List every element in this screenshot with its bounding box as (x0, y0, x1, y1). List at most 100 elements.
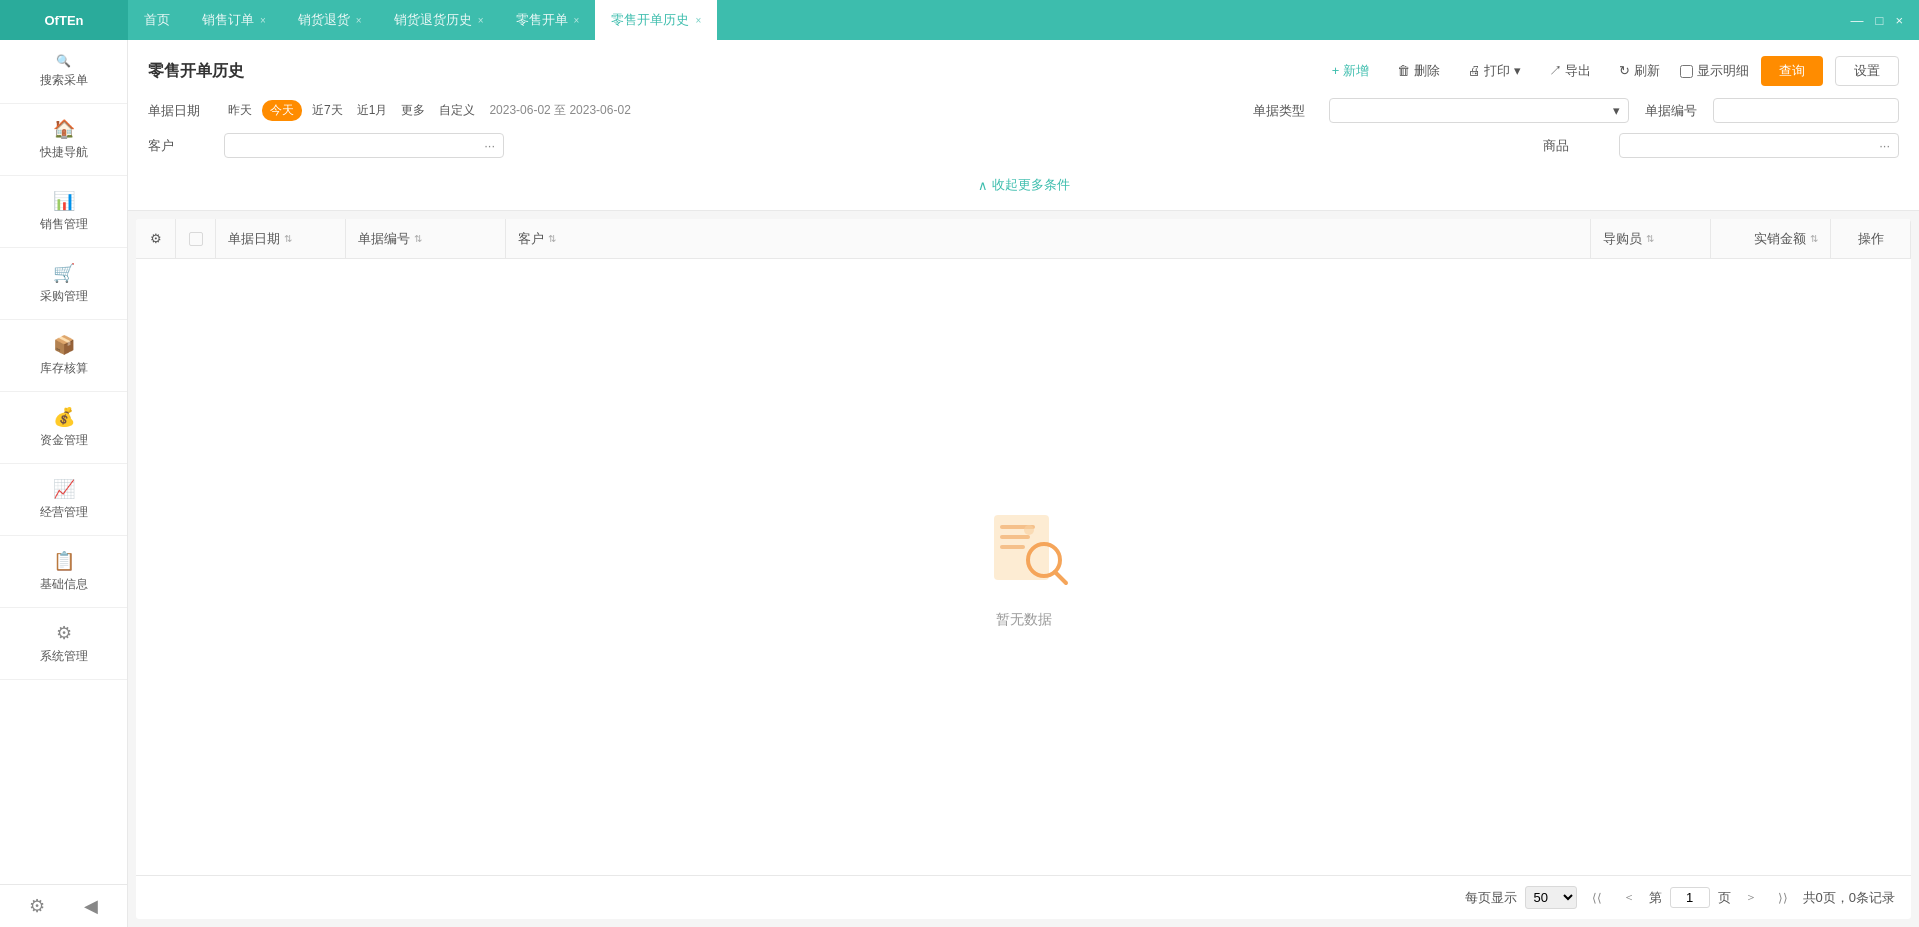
pagination: 每页显示 50 100 200 ⟨⟨ ＜ 第 1 页 ＞ ⟩⟩ 共0页，0条记录 (136, 875, 1911, 919)
sidebar-bottom: ⚙ ◀ (0, 884, 127, 927)
filter-row-2: 客户 ··· 商品 ··· (148, 133, 1899, 158)
close-tab-btn[interactable]: × (574, 15, 580, 26)
sidebar-item-基础信息[interactable]: 📋基础信息 (0, 536, 127, 608)
settings-button[interactable]: 设置 (1835, 56, 1899, 86)
sidebar-icon: 🔍 (56, 54, 71, 68)
sidebar-item-资金管理[interactable]: 💰资金管理 (0, 392, 127, 464)
type-label: 单据类型 (1253, 102, 1313, 120)
th-amount[interactable]: 实销金额 ⇅ (1711, 219, 1831, 258)
th-number[interactable]: 单据编号 ⇅ (346, 219, 506, 258)
delete-button[interactable]: 🗑 删除 (1389, 58, 1448, 84)
maximize-btn[interactable]: □ (1876, 13, 1884, 28)
sidebar-icon: 📈 (53, 478, 75, 500)
new-button[interactable]: + 新增 (1324, 58, 1377, 84)
top-nav: OfTEn 首页销售订单×销货退货×销货退货历史×零售开单×零售开单历史× — … (0, 0, 1919, 40)
date-range: 2023-06-02 至 2023-06-02 (489, 102, 630, 119)
sidebar-icon: ⚙ (56, 622, 72, 644)
collapse-button[interactable]: ∧ 收起更多条件 (978, 176, 1070, 194)
sort-guide-icon: ⇅ (1646, 233, 1654, 244)
settings-icon[interactable]: ⚙ (29, 895, 45, 917)
th-checkbox[interactable] (176, 219, 216, 258)
nav-tab-零售开单[interactable]: 零售开单× (500, 0, 596, 40)
brand-logo: OfTEn (0, 0, 128, 40)
export-button[interactable]: ↗ 导出 (1541, 58, 1600, 84)
date-btn-1month[interactable]: 近1月 (353, 100, 392, 121)
th-customer[interactable]: 客户 ⇅ (506, 219, 1591, 258)
sidebar-icon: 📋 (53, 550, 75, 572)
goods-select[interactable]: ··· (1619, 133, 1899, 158)
date-btn-custom[interactable]: 自定义 (435, 100, 479, 121)
page-last-btn[interactable]: ⟩⟩ (1771, 886, 1795, 910)
number-label: 单据编号 (1645, 102, 1697, 120)
empty-illustration (974, 505, 1074, 595)
close-tab-btn[interactable]: × (478, 15, 484, 26)
refresh-button[interactable]: ↻ 刷新 (1611, 58, 1668, 84)
sidebar-item-快捷导航[interactable]: 🏠快捷导航 (0, 104, 127, 176)
sidebar-icon: 💰 (53, 406, 75, 428)
close-tab-btn[interactable]: × (356, 15, 362, 26)
sidebar-item-搜索采单[interactable]: 🔍搜索采单 (0, 40, 127, 104)
customer-label: 客户 (148, 137, 208, 155)
nav-tabs: 首页销售订单×销货退货×销货退货历史×零售开单×零售开单历史× (128, 0, 1835, 40)
sidebar-item-经营管理[interactable]: 📈经营管理 (0, 464, 127, 536)
filter-row-1: 单据日期 昨天 今天 近7天 近1月 更多 自定义 2023-06-02 至 2… (148, 98, 1899, 123)
number-input[interactable] (1713, 98, 1899, 123)
sidebar-icon: 🏠 (53, 118, 75, 140)
per-page-select[interactable]: 50 100 200 (1525, 886, 1577, 909)
collapse-icon: ∧ (978, 178, 988, 193)
sidebar-item-采购管理[interactable]: 🛒采购管理 (0, 248, 127, 320)
display-checkbox[interactable] (1680, 65, 1693, 78)
select-all-checkbox[interactable] (189, 232, 203, 246)
close-tab-btn[interactable]: × (695, 15, 701, 26)
page-first-btn[interactable]: ⟨⟨ (1585, 886, 1609, 910)
th-guide[interactable]: 导购员 ⇅ (1591, 219, 1711, 258)
sort-customer-icon: ⇅ (548, 233, 556, 244)
nav-tab-零售开单历史[interactable]: 零售开单历史× (595, 0, 717, 40)
page-title: 零售开单历史 (148, 61, 244, 82)
query-button[interactable]: 查询 (1761, 56, 1823, 86)
close-tab-btn[interactable]: × (260, 15, 266, 26)
page-prev-btn[interactable]: ＜ (1617, 886, 1641, 910)
page-label-pre: 第 (1649, 889, 1662, 907)
minimize-btn[interactable]: — (1851, 13, 1864, 28)
sidebar-item-库存核算[interactable]: 📦库存核算 (0, 320, 127, 392)
date-btn-7days[interactable]: 近7天 (308, 100, 347, 121)
content-area: 零售开单历史 + 新增 🗑 删除 🖨 打印 ▾ ↗ 导出 ↻ 刷新 显示明细 查… (128, 40, 1919, 927)
empty-text: 暂无数据 (996, 611, 1052, 629)
th-date[interactable]: 单据日期 ⇅ (216, 219, 346, 258)
sidebar-item-销售管理[interactable]: 📊销售管理 (0, 176, 127, 248)
nav-tab-销货退货[interactable]: 销货退货× (282, 0, 378, 40)
print-button[interactable]: 🖨 打印 ▾ (1460, 58, 1529, 84)
filter-area: 单据日期 昨天 今天 近7天 近1月 更多 自定义 2023-06-02 至 2… (148, 98, 1899, 202)
page-header: 零售开单历史 + 新增 🗑 删除 🖨 打印 ▾ ↗ 导出 ↻ 刷新 显示明细 查… (128, 40, 1919, 211)
date-btn-today[interactable]: 今天 (262, 100, 302, 121)
sort-amount-icon: ⇅ (1810, 233, 1818, 244)
sidebar: 🔍搜索采单🏠快捷导航📊销售管理🛒采购管理📦库存核算💰资金管理📈经营管理📋基础信息… (0, 40, 128, 927)
table-container: ⚙ 单据日期 ⇅ 单据编号 ⇅ 客户 ⇅ 导购员 ⇅ (136, 219, 1911, 919)
nav-tab-销售订单[interactable]: 销售订单× (186, 0, 282, 40)
date-btn-more[interactable]: 更多 (397, 100, 429, 121)
date-btn-yesterday[interactable]: 昨天 (224, 100, 256, 121)
nav-tab-首页[interactable]: 首页 (128, 0, 186, 40)
toolbar: + 新增 🗑 删除 🖨 打印 ▾ ↗ 导出 ↻ 刷新 显示明细 查询 设置 (1324, 56, 1899, 86)
page-next-btn[interactable]: ＞ (1739, 886, 1763, 910)
th-settings[interactable]: ⚙ (136, 219, 176, 258)
close-window-btn[interactable]: × (1895, 13, 1903, 28)
nav-tab-销货退货历史[interactable]: 销货退货历史× (378, 0, 500, 40)
sidebar-icon: 📊 (53, 190, 75, 212)
collapse-sidebar-icon[interactable]: ◀ (84, 895, 98, 917)
svg-point-6 (1024, 525, 1034, 535)
per-page-label: 每页显示 (1465, 889, 1517, 907)
page-number-input[interactable]: 1 (1670, 887, 1710, 908)
th-action: 操作 (1831, 219, 1911, 258)
customer-select[interactable]: ··· (224, 133, 504, 158)
sidebar-icon: 📦 (53, 334, 75, 356)
display-toggle[interactable]: 显示明细 (1680, 62, 1749, 80)
page-title-row: 零售开单历史 + 新增 🗑 删除 🖨 打印 ▾ ↗ 导出 ↻ 刷新 显示明细 查… (148, 56, 1899, 86)
type-select[interactable]: ▾ (1329, 98, 1629, 123)
sort-date-icon: ⇅ (284, 233, 292, 244)
sidebar-item-系统管理[interactable]: ⚙系统管理 (0, 608, 127, 680)
date-filters: 昨天 今天 近7天 近1月 更多 自定义 2023-06-02 至 2023-0… (224, 100, 631, 121)
window-controls: — □ × (1835, 13, 1919, 28)
sort-number-icon: ⇅ (414, 233, 422, 244)
